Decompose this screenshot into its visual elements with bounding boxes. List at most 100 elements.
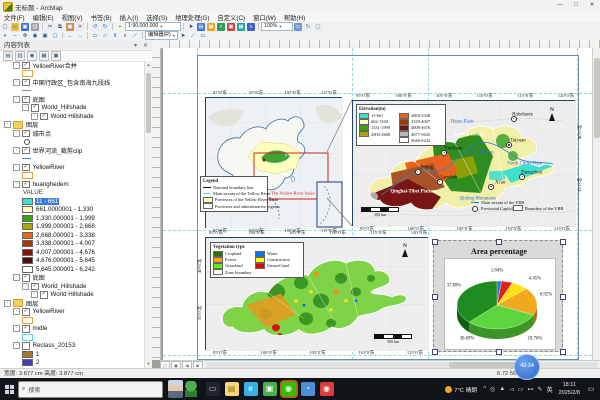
- toc-class-row[interactable]: 1,999.000001 - 2,668: [0, 223, 145, 232]
- selection-handle[interactable]: [560, 349, 566, 355]
- layer-visibility-checkbox[interactable]: ✓: [31, 104, 39, 112]
- toolbox-icon[interactable]: ▣: [227, 23, 235, 31]
- menu-地理处理G[interactable]: 地理处理(G): [171, 13, 213, 22]
- zoom-in-icon[interactable]: +: [1, 32, 9, 40]
- layout-page[interactable]: 87°0'东97°0'东107°0'东117°0'东87°0'东97°0'东10…: [163, 48, 592, 360]
- toc-layer-row[interactable]: -✓中国行政区_包含南海九段线: [0, 78, 145, 87]
- layer-visibility-checkbox[interactable]: ✓: [22, 62, 30, 70]
- photos-icon[interactable]: ▣: [263, 382, 277, 396]
- menu-文件F[interactable]: 文件(F): [0, 13, 29, 22]
- layer-visibility-checkbox[interactable]: ✓: [22, 274, 30, 282]
- expander-icon[interactable]: -: [31, 113, 38, 120]
- editor-target-icon[interactable]: ▭: [199, 32, 207, 40]
- expander-icon[interactable]: -: [13, 62, 20, 69]
- toc-class-row[interactable]: 1: [0, 350, 145, 359]
- toc-layer-row[interactable]: -✓底图: [0, 95, 145, 104]
- layout-vertical-scrollbar[interactable]: [592, 48, 600, 360]
- laptop-icon[interactable]: ▭: [518, 386, 524, 393]
- selection-handle[interactable]: [560, 239, 566, 245]
- toc-class-row[interactable]: 1,330.000001 - 1,999: [0, 214, 145, 223]
- zoom-percent-combo[interactable]: 100%▾: [261, 22, 293, 31]
- editor-toolbar-dropdown[interactable]: 编辑器(R)▾: [145, 31, 178, 40]
- elevation-legend[interactable]: Elevation(m) 11-661662-13301331-19992000…: [356, 104, 446, 146]
- selection-handle[interactable]: [432, 294, 438, 300]
- expander-icon[interactable]: -: [13, 96, 20, 103]
- expander-icon[interactable]: -: [4, 300, 11, 307]
- file-explorer-icon[interactable]: ▤: [225, 382, 239, 396]
- usb-icon[interactable]: ⊷: [528, 386, 534, 393]
- expander-icon[interactable]: -: [13, 342, 20, 349]
- search-window-icon[interactable]: ⌕: [217, 23, 225, 31]
- close-button[interactable]: ✕: [584, 0, 600, 11]
- select-features-icon[interactable]: ▭: [91, 32, 99, 40]
- add-data-icon[interactable]: +: [116, 23, 124, 31]
- layer-visibility-checkbox[interactable]: ✓: [22, 79, 30, 87]
- toc-panel-icon[interactable]: ▤: [197, 23, 205, 31]
- fixed-zoom-in-icon[interactable]: ▣: [41, 32, 49, 40]
- data-view-icon[interactable]: ▢: [314, 23, 322, 31]
- toc-layer-row[interactable]: -✓midle: [0, 325, 145, 334]
- selection-handle[interactable]: [496, 349, 502, 355]
- toc-layer-row[interactable]: -✓World_Hillshade: [0, 104, 145, 113]
- toc-class-row[interactable]: 4,676.000001 - 5,645: [0, 257, 145, 266]
- pen-icon[interactable]: ✎: [538, 386, 543, 393]
- toc-group-row[interactable]: -图层: [0, 299, 145, 308]
- layer-visibility-checkbox[interactable]: ✓: [22, 325, 30, 333]
- layer-visibility-checkbox[interactable]: ✓: [22, 130, 30, 138]
- fixed-zoom-out-icon[interactable]: ▢: [51, 32, 59, 40]
- start-button[interactable]: [0, 378, 18, 400]
- map-scale-combo[interactable]: 1:90,000,000▾: [125, 22, 181, 31]
- catalog-icon[interactable]: ▦: [207, 23, 215, 31]
- plant-widget-icon[interactable]: [185, 381, 197, 397]
- clear-selection-icon[interactable]: ▱: [101, 32, 109, 40]
- menu-自定义C[interactable]: 自定义(C): [213, 13, 249, 22]
- toc-layer-row[interactable]: -✓城市点: [0, 129, 145, 138]
- toc-layer-row[interactable]: -✓World Hillshade: [0, 112, 145, 121]
- screen-timer-bubble[interactable]: 49:34: [514, 354, 540, 380]
- identify-icon[interactable]: ℹ: [111, 32, 119, 40]
- language-indicator[interactable]: 英: [547, 385, 553, 394]
- python-window-icon[interactable]: ≡: [247, 23, 255, 31]
- expander-icon[interactable]: -: [4, 121, 11, 128]
- vegetation-map-frame[interactable]: Vegetation type CroplandForestGrassland …: [205, 237, 428, 350]
- copy-icon[interactable]: ⧉: [56, 23, 64, 31]
- toc-class-row[interactable]: 2: [0, 359, 145, 368]
- toc-layer-row[interactable]: -Reclass_20153: [0, 342, 145, 351]
- edge-icon[interactable]: e: [244, 382, 258, 396]
- maximize-button[interactable]: □: [568, 0, 584, 11]
- find-icon[interactable]: ⌕: [121, 32, 129, 40]
- weather-widget[interactable]: 7°C 晴朗: [445, 385, 477, 394]
- measure-icon[interactable]: ⟋: [131, 32, 139, 40]
- toc-class-row[interactable]: 4,007.000001 - 4,676: [0, 248, 145, 257]
- toc-layer-row[interactable]: -✓世界河流_裁剪clip: [0, 146, 145, 155]
- expander-icon[interactable]: -: [22, 283, 29, 290]
- toc-class-row[interactable]: 3,338.000001 - 4,007: [0, 240, 145, 249]
- toc-layer-row[interactable]: -✓YellowRiver: [0, 308, 145, 317]
- list-by-visibility-icon[interactable]: ◉: [27, 51, 37, 61]
- list-by-source-icon[interactable]: ▥: [15, 51, 25, 61]
- toc-class-row[interactable]: 11 - 661: [0, 197, 145, 206]
- chevron-up-icon[interactable]: ^: [483, 386, 486, 392]
- menu-视图V[interactable]: 视图(V): [58, 13, 87, 22]
- toc-class-row[interactable]: 2,668.000001 - 3,338: [0, 231, 145, 240]
- select-elements-icon[interactable]: ➤: [187, 23, 195, 31]
- volume-icon[interactable]: ◅: [509, 386, 514, 393]
- delete-icon[interactable]: ✕: [76, 23, 84, 31]
- expander-icon[interactable]: -: [13, 308, 20, 315]
- layer-visibility-checkbox[interactable]: ✓: [40, 291, 48, 299]
- toc-layer-row[interactable]: -✓huanghedem: [0, 180, 145, 189]
- save-icon[interactable]: ▣: [21, 23, 29, 31]
- open-folder-icon[interactable]: ▤: [11, 23, 19, 31]
- pan-icon[interactable]: ✥: [21, 32, 29, 40]
- vegetation-legend[interactable]: Vegetation type CroplandForestGrassland …: [210, 242, 304, 278]
- notification-center-icon[interactable]: ▭: [584, 385, 598, 393]
- expander-icon[interactable]: -: [13, 147, 20, 154]
- onedrive-icon[interactable]: ◔: [301, 382, 315, 396]
- toc-symbol-row[interactable]: VALUE: [0, 189, 145, 198]
- editor-sketch-icon[interactable]: ➤: [179, 32, 187, 40]
- expander-icon[interactable]: -: [13, 130, 20, 137]
- pie-chart-element[interactable]: Area percentage 1.84%4.45%6.92%18.76%30.…: [433, 240, 563, 352]
- layer-visibility-checkbox[interactable]: ✓: [22, 164, 30, 172]
- layer-visibility-checkbox[interactable]: ✓: [22, 96, 30, 104]
- layer-visibility-checkbox[interactable]: ✓: [22, 181, 30, 189]
